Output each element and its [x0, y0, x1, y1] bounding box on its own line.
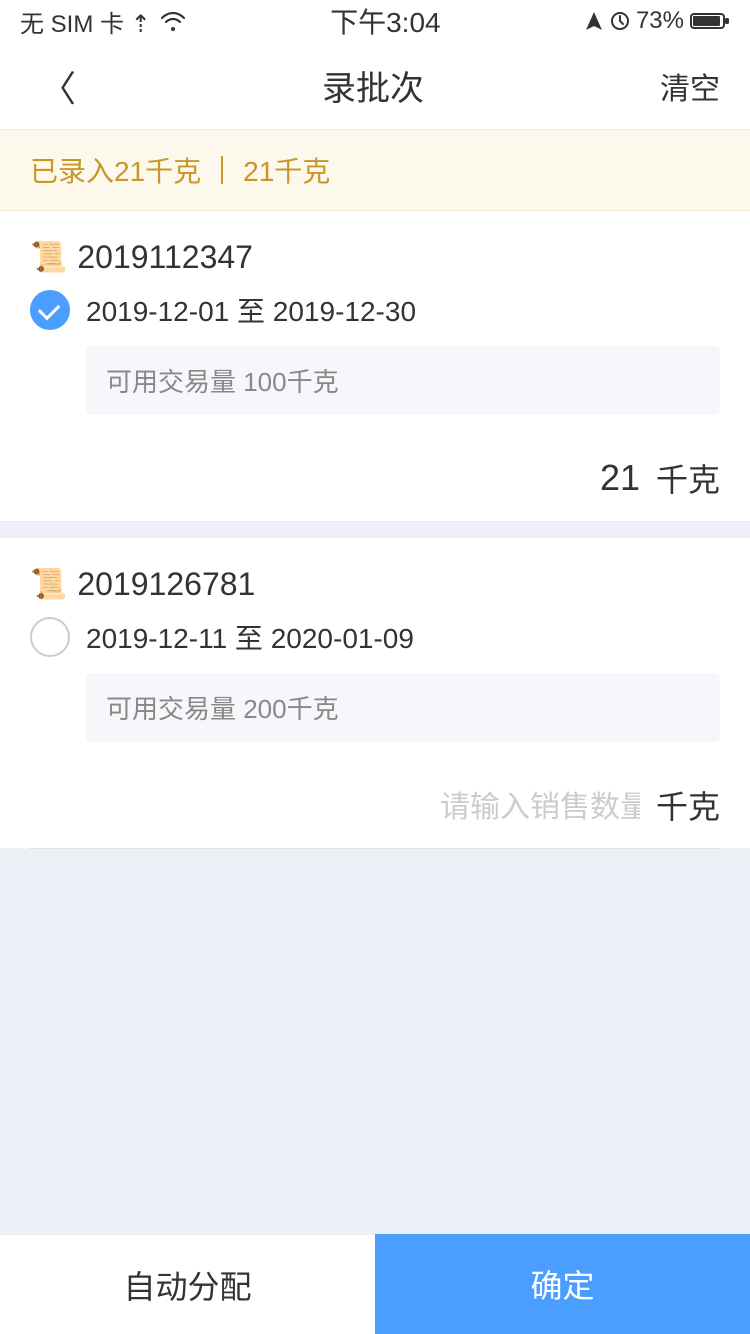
confirm-button[interactable]: 确定 — [375, 1234, 750, 1334]
section-separator-2 — [0, 849, 750, 865]
batch-1-date-row[interactable]: 2019-12-01 至 2019-12-30 — [30, 290, 720, 330]
batch-1-qty-value: 21 — [600, 457, 640, 499]
batch-1-quantity-box: 可用交易量 100千克 — [86, 346, 720, 415]
batch-2-date: 2019-12-11 至 2020-01-09 — [86, 617, 414, 657]
batch-2-date-row[interactable]: 2019-12-11 至 2020-01-09 — [30, 617, 720, 657]
nav-bar: 〈 录批次 清空 — [0, 42, 750, 130]
bottom-buttons: 自动分配 确定 — [0, 1234, 750, 1334]
auto-distribute-button[interactable]: 自动分配 — [0, 1234, 375, 1334]
clear-button[interactable]: 清空 — [660, 64, 720, 108]
wifi-icon — [159, 11, 187, 31]
status-time: 下午3:04 — [330, 1, 441, 41]
batch-2-available: 可用交易量 200千克 — [106, 694, 339, 724]
batch-2-input-row[interactable]: 千克 — [0, 762, 750, 848]
batch-1-input-row: 21 千克 — [0, 435, 750, 522]
status-left: 无 SIM 卡 ⇡ — [20, 4, 187, 39]
sim-label: 无 SIM 卡 ⇡ — [20, 4, 151, 39]
batch-2-radio[interactable] — [30, 617, 70, 657]
info-banner: 已录入21千克 21千克 — [0, 130, 750, 211]
batch-1-available: 可用交易量 100千克 — [106, 367, 339, 397]
status-right: 73% — [584, 7, 730, 35]
back-button[interactable]: 〈 — [30, 50, 86, 122]
battery-label: 73% — [636, 7, 684, 35]
batch-1-header: 📜 2019112347 — [30, 239, 720, 276]
recorded-amount: 已录入21千克 — [30, 150, 201, 190]
batch-2-quantity-box: 可用交易量 200千克 — [86, 673, 720, 742]
batch-2-icon: 📜 — [30, 567, 67, 602]
batch-2-quantity-input[interactable] — [440, 784, 640, 826]
status-bar: 无 SIM 卡 ⇡ 下午3:04 73% — [0, 0, 750, 42]
batch-1-number: 2019112347 — [77, 239, 253, 276]
batch-2-header: 📜 2019126781 — [30, 566, 720, 603]
location-icon — [584, 11, 604, 31]
batch-1-icon: 📜 — [30, 240, 67, 275]
batch-item-1: 📜 2019112347 2019-12-01 至 2019-12-30 可用交… — [0, 211, 750, 435]
total-amount: 21千克 — [243, 150, 330, 190]
batch-2-number: 2019126781 — [77, 566, 255, 603]
batch-2-unit: 千克 — [656, 782, 720, 828]
page-title: 录批次 — [322, 61, 424, 110]
battery-icon — [690, 11, 730, 31]
section-separator-1 — [0, 522, 750, 538]
batch-1-radio[interactable] — [30, 290, 70, 330]
batch-1-date: 2019-12-01 至 2019-12-30 — [86, 290, 416, 330]
clock-icon — [610, 11, 630, 31]
info-divider — [221, 156, 223, 184]
batch-item-2: 📜 2019126781 2019-12-11 至 2020-01-09 可用交… — [0, 538, 750, 762]
batch-1-unit: 千克 — [656, 455, 720, 501]
